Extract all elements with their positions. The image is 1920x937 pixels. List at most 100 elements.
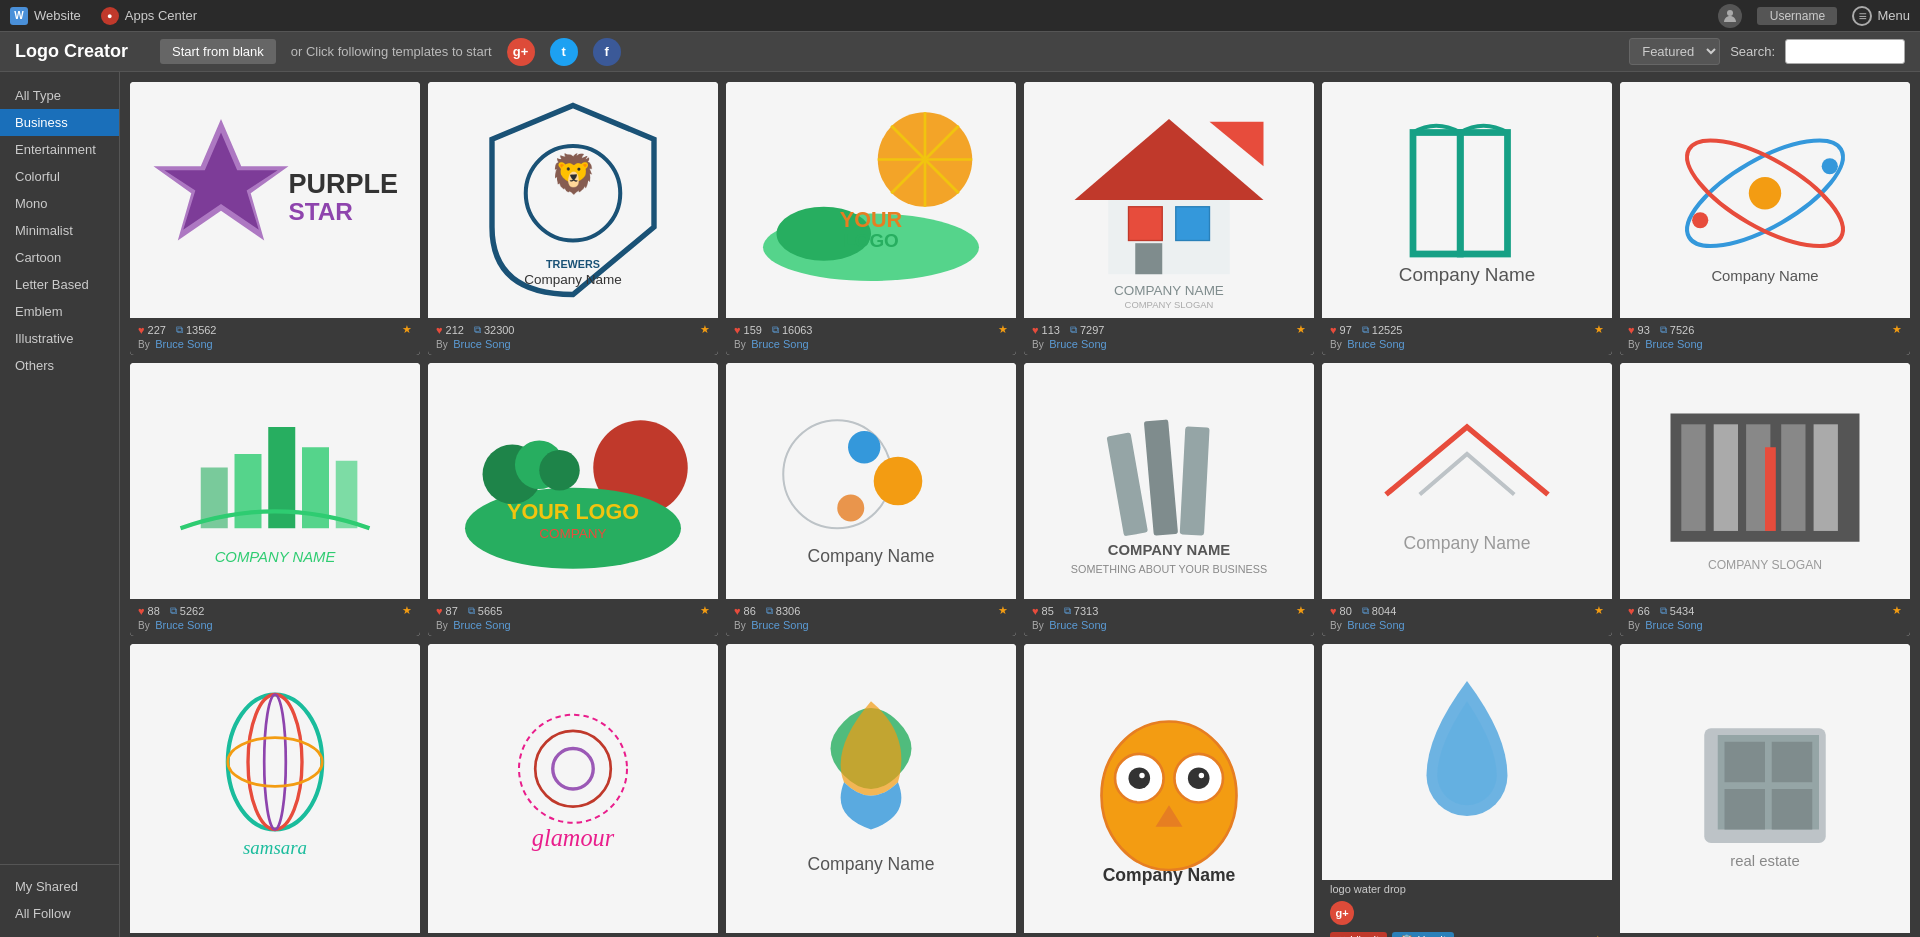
start-blank-button[interactable]: Start from blank [160,39,276,64]
sidebar-item-colorful[interactable]: Colorful [0,163,119,190]
heart-icon: ♥ [138,605,145,617]
svg-text:COMPANY: COMPANY [539,526,606,541]
facebook-icon[interactable]: f [593,38,621,66]
svg-rect-90 [1725,789,1766,830]
username-display[interactable]: Username [1757,7,1837,25]
card-footer: ♥ 85 ⧉ 7313 ★ By Bruce Song [1024,599,1314,636]
star-icon[interactable]: ★ [1594,604,1604,617]
svg-text:COMPANY SLOGAN: COMPANY SLOGAN [1708,558,1822,572]
logo-card[interactable]: Company Name ♥ 60 ⧉ 4655 ★ By Bruce Song [726,644,1016,937]
card-image: COMPANY NAME [130,363,420,599]
sidebar-item-my-shared[interactable]: My Shared [0,873,119,900]
by-label: By [138,339,150,350]
sidebar-bottom: My SharedAll Follow [0,864,119,927]
app-title: Logo Creator [15,41,145,62]
svg-text:TREWERS: TREWERS [546,258,600,270]
logo-card[interactable]: glamour ♥ 62 ⧉ 3506 ★ By Bruce Song [428,644,718,937]
logo-card[interactable]: Company Name ♥ 97 ⧉ 12525 ★ By Bruce Son… [1322,82,1612,355]
star-icon[interactable]: ★ [700,604,710,617]
svg-text:YOUR LOGO: YOUR LOGO [507,499,639,524]
card-footer: ♥ 66 ⧉ 5434 ★ By Bruce Song [1620,599,1910,636]
svg-rect-53 [1107,432,1149,536]
logo-card[interactable]: YOUR LOGO COMPANY ♥ 87 ⧉ 5665 ★ By Bruce… [428,363,718,636]
sidebar-item-letter-based[interactable]: Letter Based [0,271,119,298]
logo-card[interactable]: Company Name ♥ 80 ⧉ 8044 ★ By Bruce Song [1322,363,1612,636]
card-author: Bruce Song [1049,338,1106,350]
svg-rect-88 [1725,741,1766,782]
copy-icon: ⧉ [1362,605,1369,617]
menu-label: Menu [1877,8,1910,23]
logo-card[interactable]: real estate ♥ 57 ⧉ 4250 ★ By Bruce Song [1620,644,1910,937]
svg-rect-54 [1144,419,1178,535]
copies-stat: ⧉ 8306 [766,605,800,617]
by-label: By [1032,339,1044,350]
star-icon[interactable]: ★ [998,323,1008,336]
menu-button[interactable]: ≡ Menu [1852,6,1910,26]
svg-text:PURPLE: PURPLE [289,169,399,199]
website-nav-item[interactable]: W Website [10,7,81,25]
logo-card[interactable]: YOUR LOGO ♥ 159 ⧉ 16063 ★ By Bruce Song [726,82,1016,355]
star-icon[interactable]: ★ [998,604,1008,617]
sidebar-item-illustrative[interactable]: Illustrative [0,325,119,352]
svg-point-69 [264,694,286,829]
sidebar-item-entertainment[interactable]: Entertainment [0,136,119,163]
star-icon[interactable]: ★ [402,323,412,336]
apps-icon: ● [101,7,119,25]
by-label: By [1628,620,1640,631]
star-icon[interactable]: ★ [1892,604,1902,617]
apps-nav-item[interactable]: ● Apps Center [101,7,197,25]
logo-card[interactable]: COMPANY NAME ♥ 88 ⧉ 5262 ★ By Bruce Song [130,363,420,636]
logo-card[interactable]: logo water dropg+ ❤ Like It 📋 Use It ★ B… [1322,644,1612,937]
sidebar-item-cartoon[interactable]: Cartoon [0,244,119,271]
heart-icon: ♥ [1032,605,1039,617]
sidebar-item-all-type[interactable]: All Type [0,82,119,109]
logo-card[interactable]: Company Name ♥ 86 ⧉ 8306 ★ By Bruce Song [726,363,1016,636]
sub-header: Logo Creator Start from blank or Click f… [0,32,1920,72]
logo-card[interactable]: PURPLE STAR ♥ 227 ⧉ 13562 ★ By Bruce Son… [130,82,420,355]
svg-rect-35 [235,454,262,528]
logo-card[interactable]: samsara ♥ 62 ⧉ 4083 ★ By Bruce Song [130,644,420,937]
svg-text:Company Name: Company Name [1711,268,1818,284]
like-button[interactable]: ❤ Like It [1330,932,1387,937]
card-image: Company Name [1620,82,1910,318]
svg-text:glamour: glamour [532,823,615,850]
star-icon[interactable]: ★ [1296,323,1306,336]
sidebar-item-business[interactable]: Business [0,109,119,136]
copy-icon: ⧉ [176,324,183,336]
card-image: COMPANY NAME COMPANY SLOGAN [1024,82,1314,318]
star-icon[interactable]: ★ [402,604,412,617]
svg-marker-2 [164,133,277,230]
star-icon[interactable]: ★ [1594,323,1604,336]
sidebar-item-emblem[interactable]: Emblem [0,298,119,325]
logo-card[interactable]: COMPANY NAME COMPANY SLOGAN ♥ 113 ⧉ 7297… [1024,82,1314,355]
by-label: By [436,620,448,631]
search-input[interactable] [1785,39,1905,64]
google-plus-icon[interactable]: g+ [507,38,535,66]
sub-header-right: Featured Newest Popular Search: [1629,38,1905,65]
svg-marker-19 [1210,122,1264,167]
use-it-button[interactable]: 📋 Use It [1392,932,1454,937]
logo-card[interactable]: COMPANY SLOGAN ♥ 66 ⧉ 5434 ★ By Bruce So… [1620,363,1910,636]
copies-stat: ⧉ 5434 [1660,605,1694,617]
star-icon[interactable]: ★ [1892,323,1902,336]
sidebar-item-mono[interactable]: Mono [0,190,119,217]
svg-rect-64 [1781,424,1805,531]
sidebar-item-others[interactable]: Others [0,352,119,379]
sidebar-item-all-follow[interactable]: All Follow [0,900,119,927]
heart-icon: ♥ [436,605,443,617]
star-icon[interactable]: ★ [1296,604,1306,617]
featured-select[interactable]: Featured Newest Popular [1629,38,1720,65]
star-icon[interactable]: ★ [700,323,710,336]
logo-card[interactable]: Company Name ♥ 93 ⧉ 7526 ★ By Bruce Song [1620,82,1910,355]
logo-card[interactable]: COMPANY NAME SOMETHING ABOUT YOUR BUSINE… [1024,363,1314,636]
card-footer: ♥ 113 ⧉ 7297 ★ By Bruce Song [1024,318,1314,355]
card-author: Bruce Song [453,338,510,350]
card-by-row: By Bruce Song [1330,338,1604,350]
logo-card[interactable]: Company Name ♥ 59 ⧉ 6403 ★ By Bruce Song [1024,644,1314,937]
card-stats: ♥ 212 ⧉ 32300 ★ [436,323,710,336]
twitter-icon[interactable]: t [550,38,578,66]
user-avatar-icon[interactable] [1718,4,1742,28]
sidebar-item-minimalist[interactable]: Minimalist [0,217,119,244]
heart-icon: ♥ [1032,324,1039,336]
logo-card[interactable]: 🦁 TREWERS Company Name ♥ 212 ⧉ 32300 ★ B… [428,82,718,355]
